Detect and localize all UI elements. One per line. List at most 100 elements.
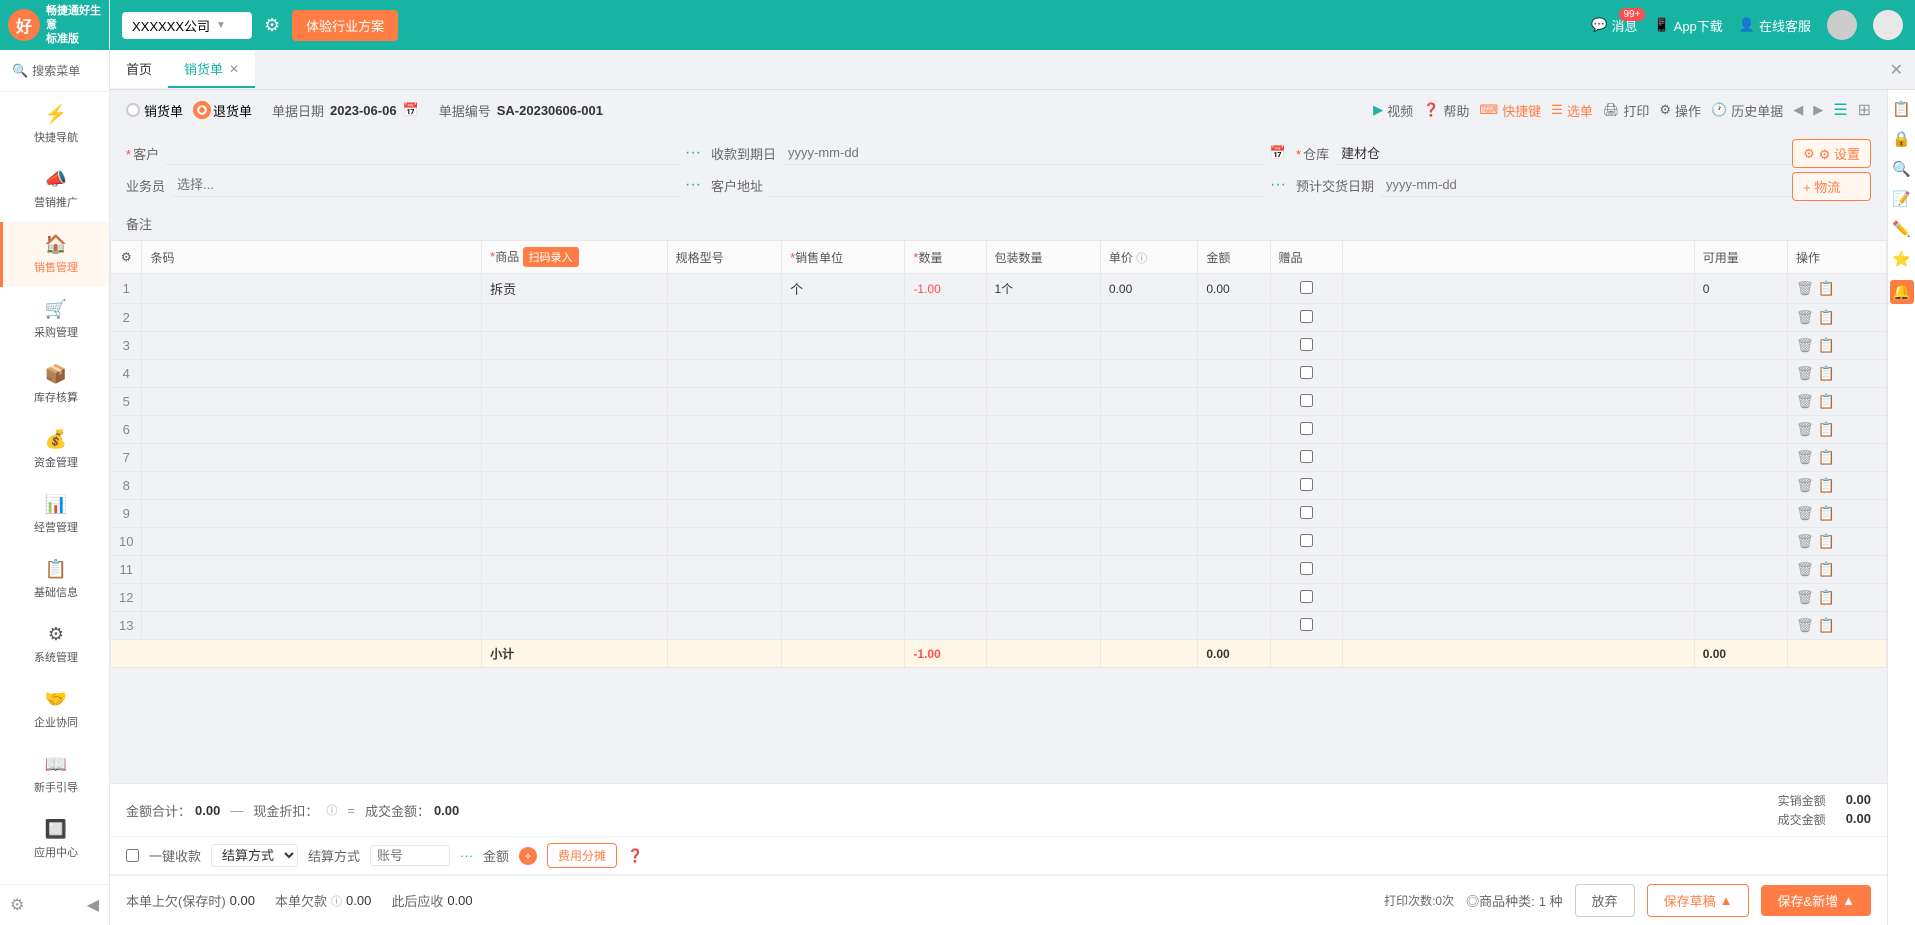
row-amount-13[interactable] <box>1198 612 1270 640</box>
row-quantity-8[interactable] <box>905 472 986 500</box>
row-delete-icon-9[interactable]: 🗑 <box>1796 505 1814 522</box>
tab-sales-order[interactable]: 销货单 ✕ <box>168 51 255 88</box>
barcode-input-5[interactable] <box>150 394 473 409</box>
search-area[interactable]: 🔍 搜索菜单 <box>0 50 109 92</box>
row-barcode-7[interactable] <box>142 444 482 472</box>
row-price-1[interactable]: 0.00 <box>1100 274 1197 304</box>
row-delete-icon-10[interactable]: 🗑 <box>1796 533 1814 550</box>
row-delete-icon-1[interactable]: 🗑 <box>1796 280 1814 297</box>
customer-input[interactable] <box>165 141 679 165</box>
row-barcode-5[interactable] <box>142 388 482 416</box>
customer-addr-more-icon[interactable]: ··· <box>1270 176 1286 194</box>
row-amount-10[interactable] <box>1198 528 1270 556</box>
sidebar-item-sales[interactable]: 🏠 销售管理 <box>0 222 109 287</box>
row-product-12[interactable] <box>482 584 668 612</box>
row-quantity-11[interactable] <box>905 556 986 584</box>
row-quantity-7[interactable] <box>905 444 986 472</box>
row-delete-icon-7[interactable]: 🗑 <box>1796 449 1814 466</box>
right-panel-icon-1[interactable]: 📋 <box>1892 100 1911 118</box>
row-delete-icon-4[interactable]: 🗑 <box>1796 365 1814 382</box>
row-product-11[interactable] <box>482 556 668 584</box>
sidebar-item-wechat[interactable]: 💬 企业微信 <box>0 872 109 884</box>
nav-left-icon[interactable]: ◀ <box>1793 102 1803 118</box>
row-delete-icon-6[interactable]: 🗑 <box>1796 421 1814 438</box>
row-price-3[interactable] <box>1100 332 1197 360</box>
add-payment-button[interactable]: + <box>519 847 537 865</box>
nav-right-icon[interactable]: ▶ <box>1813 102 1823 118</box>
row-product-8[interactable] <box>482 472 668 500</box>
row-unit-12[interactable] <box>782 584 905 612</box>
row-amount-7[interactable] <box>1198 444 1270 472</box>
row-spec-12[interactable] <box>667 584 781 612</box>
user-avatar[interactable] <box>1827 10 1857 40</box>
price-info-icon[interactable]: ⓘ <box>1136 253 1147 265</box>
row-gift-13[interactable] <box>1270 612 1342 640</box>
abandon-button[interactable]: 放弃 <box>1575 884 1635 917</box>
right-panel-icon-7[interactable]: 🔔 <box>1890 280 1914 304</box>
setting-button[interactable]: ⚙ ⚙ 设置 <box>1792 139 1871 168</box>
row-price-12[interactable] <box>1100 584 1197 612</box>
sidebar-item-finance[interactable]: 💰 资金管理 <box>0 417 109 482</box>
barcode-input-7[interactable] <box>150 450 473 465</box>
row-unit-4[interactable] <box>782 360 905 388</box>
row-amount-11[interactable] <box>1198 556 1270 584</box>
row-pack-qty-8[interactable] <box>986 472 1100 500</box>
row-amount-9[interactable] <box>1198 500 1270 528</box>
row-delete-icon-3[interactable]: 🗑 <box>1796 337 1814 354</box>
row-amount-2[interactable] <box>1198 304 1270 332</box>
row-copy-icon-4[interactable]: 📋 <box>1818 365 1835 382</box>
row-gift-11[interactable] <box>1270 556 1342 584</box>
row-gift-12[interactable] <box>1270 584 1342 612</box>
row-product-2[interactable] <box>482 304 668 332</box>
row-price-9[interactable] <box>1100 500 1197 528</box>
row-pack-qty-9[interactable] <box>986 500 1100 528</box>
row-product-10[interactable] <box>482 528 668 556</box>
row-price-4[interactable] <box>1100 360 1197 388</box>
row-unit-10[interactable] <box>782 528 905 556</box>
row-quantity-3[interactable] <box>905 332 986 360</box>
row-amount-8[interactable] <box>1198 472 1270 500</box>
row-barcode-11[interactable] <box>142 556 482 584</box>
row-product-4[interactable] <box>482 360 668 388</box>
barcode-input-3[interactable] <box>150 338 473 353</box>
row-barcode-9[interactable] <box>142 500 482 528</box>
row-quantity-12[interactable] <box>905 584 986 612</box>
row-price-6[interactable] <box>1100 416 1197 444</box>
row-barcode-12[interactable] <box>142 584 482 612</box>
barcode-input-6[interactable] <box>150 422 473 437</box>
row-amount-4[interactable] <box>1198 360 1270 388</box>
row-spec-5[interactable] <box>667 388 781 416</box>
row-spec-3[interactable] <box>667 332 781 360</box>
shortcut-action[interactable]: ⌨ 快捷键 <box>1479 101 1541 120</box>
row-unit-11[interactable] <box>782 556 905 584</box>
row-price-13[interactable] <box>1100 612 1197 640</box>
discount-info-icon[interactable]: ⓘ <box>326 802 337 818</box>
payment-method-select[interactable]: 结算方式 <box>211 844 298 867</box>
row-product-13[interactable] <box>482 612 668 640</box>
right-panel-icon-4[interactable]: 📝 <box>1892 190 1911 208</box>
row-pack-qty-1[interactable]: 1个 <box>986 274 1100 304</box>
view-grid-icon[interactable]: ⊞ <box>1858 100 1871 120</box>
row-spec-10[interactable] <box>667 528 781 556</box>
select-action[interactable]: ☰ 选单 <box>1551 101 1593 120</box>
row-copy-icon-6[interactable]: 📋 <box>1818 421 1835 438</box>
sidebar-item-apps[interactable]: 🔲 应用中心 <box>0 807 109 872</box>
row-spec-8[interactable] <box>667 472 781 500</box>
row-unit-7[interactable] <box>782 444 905 472</box>
right-panel-icon-2[interactable]: 🔒 <box>1892 130 1911 148</box>
payment-account-more-icon[interactable]: ··· <box>460 848 473 863</box>
payment-account-input[interactable] <box>370 845 450 866</box>
barcode-input-8[interactable] <box>150 478 473 493</box>
one-click-payment-checkbox[interactable] <box>126 849 139 862</box>
row-spec-6[interactable] <box>667 416 781 444</box>
row-barcode-2[interactable] <box>142 304 482 332</box>
expected-date-input[interactable] <box>1380 173 1849 197</box>
due-date-input[interactable] <box>782 141 1264 165</box>
barcode-input-9[interactable] <box>150 506 473 521</box>
row-amount-5[interactable] <box>1198 388 1270 416</box>
company-selector[interactable]: XXXXXX公司 ▼ <box>122 12 252 39</box>
sidebar-item-guide[interactable]: 📖 新手引导 <box>0 742 109 807</box>
row-quantity-9[interactable] <box>905 500 986 528</box>
row-unit-13[interactable] <box>782 612 905 640</box>
row-product-6[interactable] <box>482 416 668 444</box>
